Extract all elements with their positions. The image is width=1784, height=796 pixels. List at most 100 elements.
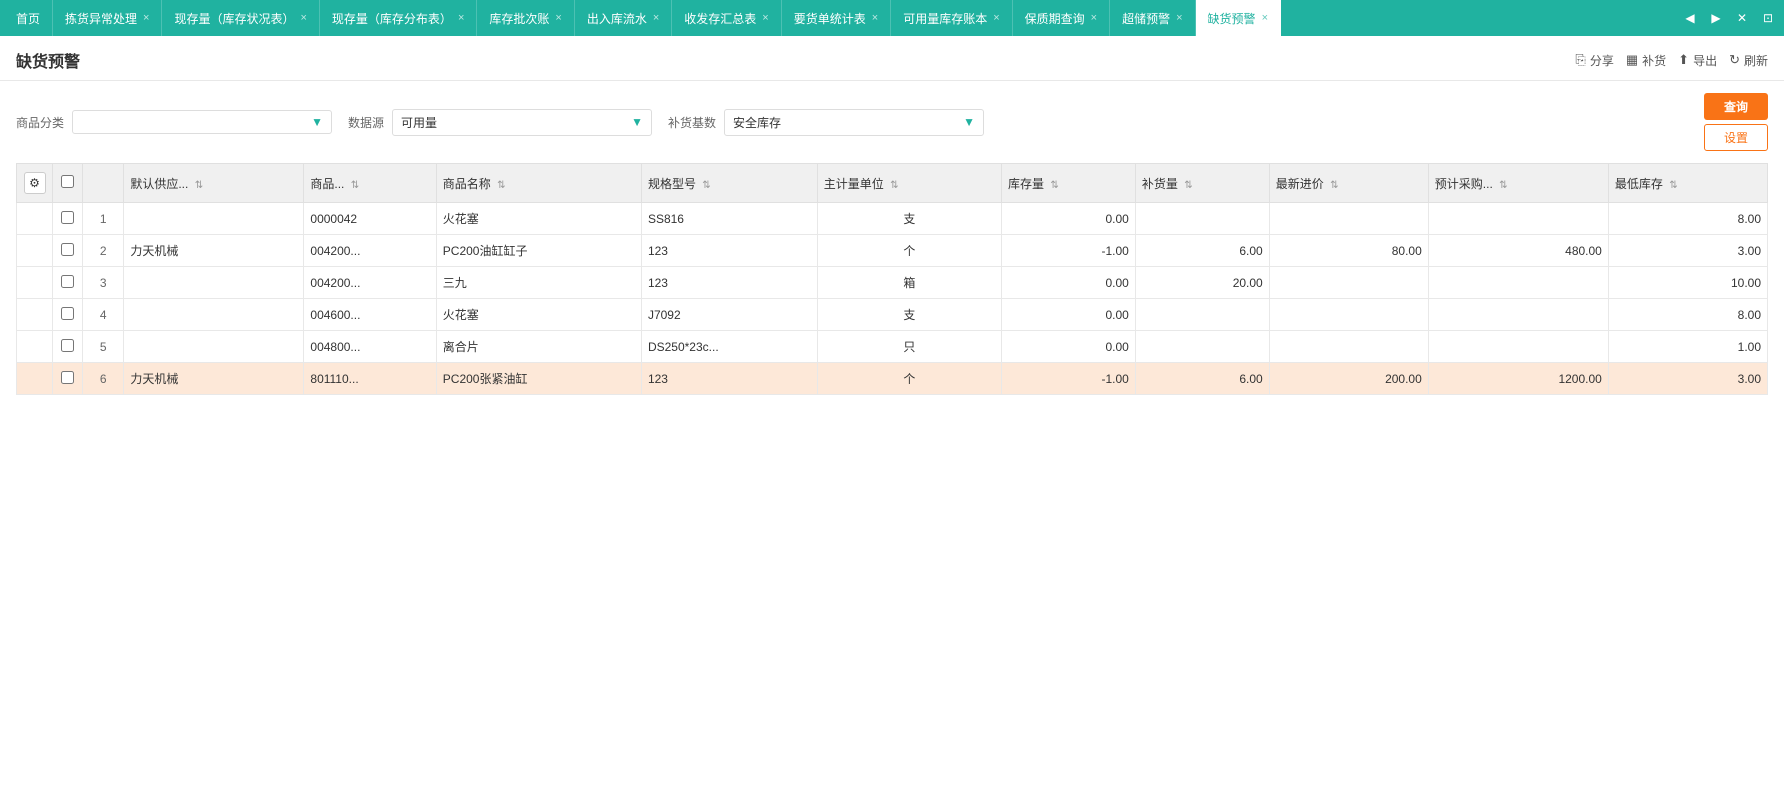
tab-label-home: 首页 xyxy=(16,10,40,27)
query-button[interactable]: 查询 xyxy=(1704,93,1768,120)
tab-close-expiryquery[interactable]: × xyxy=(1091,12,1097,24)
cell-num: 1 xyxy=(83,203,124,235)
datasource-value: 可用量 xyxy=(401,114,437,131)
tab-home[interactable]: 首页 xyxy=(4,0,53,36)
tab-expiryquery[interactable]: 保质期查询× xyxy=(1013,0,1110,36)
tab-close-inventory2[interactable]: × xyxy=(458,12,464,24)
tab-close-inoutflow[interactable]: × xyxy=(653,12,659,24)
table-container: ⚙ 默认供应... ⇅ 商品... ⇅ 商品名称 xyxy=(0,163,1784,411)
share-button[interactable]: ⎘ 分享 xyxy=(1575,52,1613,69)
cell-min-stock: 3.00 xyxy=(1608,235,1767,267)
cell-est-purchase xyxy=(1428,267,1608,299)
select-all-checkbox[interactable] xyxy=(61,175,74,188)
cell-latest-price xyxy=(1269,299,1428,331)
col-unit[interactable]: 主计量单位 ⇅ xyxy=(817,164,1001,203)
table-row: 4004600...火花塞J7092支0.008.00 xyxy=(17,299,1768,331)
sort-min-stock-icon: ⇅ xyxy=(1669,180,1677,191)
col-product-name[interactable]: 商品名称 ⇅ xyxy=(436,164,641,203)
tab-requisition[interactable]: 要货单统计表× xyxy=(782,0,891,36)
tab-expand-button[interactable]: ⊡ xyxy=(1756,6,1780,30)
cell-est-purchase xyxy=(1428,203,1608,235)
tab-next-button[interactable]: ▶ xyxy=(1704,6,1728,30)
share-icon: ⎘ xyxy=(1575,52,1585,68)
cell-checkbox[interactable] xyxy=(53,267,83,299)
tab-batchaccount[interactable]: 库存批次账 × xyxy=(477,0,574,36)
tab-close-receivesummary[interactable]: × xyxy=(762,12,768,24)
tab-close-inventory1[interactable]: × xyxy=(300,12,306,24)
cell-min-stock: 8.00 xyxy=(1608,299,1767,331)
col-spec[interactable]: 规格型号 ⇅ xyxy=(641,164,817,203)
tab-close-requisition[interactable]: × xyxy=(872,12,878,24)
cell-checkbox[interactable] xyxy=(53,363,83,395)
cell-stock: 0.00 xyxy=(1002,267,1136,299)
cell-checkbox[interactable] xyxy=(53,203,83,235)
row-checkbox-2[interactable] xyxy=(61,243,74,256)
col-latest-price[interactable]: 最新进价 ⇅ xyxy=(1269,164,1428,203)
sort-product-name-icon: ⇅ xyxy=(497,180,505,191)
col-supplier[interactable]: 默认供应... ⇅ xyxy=(124,164,304,203)
shortage-table: ⚙ 默认供应... ⇅ 商品... ⇅ 商品名称 xyxy=(16,163,1768,395)
cell-stock: 0.00 xyxy=(1002,203,1136,235)
tab-label-batchaccount: 库存批次账 xyxy=(489,10,549,27)
datasource-label: 数据源 xyxy=(348,114,384,131)
cell-num: 2 xyxy=(83,235,124,267)
tab-inventory1[interactable]: 现存量（库存状况表）× xyxy=(162,0,319,36)
table-row: 3004200...三九123箱0.0020.0010.00 xyxy=(17,267,1768,299)
header-actions: ⎘ 分享 ▦ 补货 ⬆ 导出 ↻ 刷新 xyxy=(1575,52,1768,69)
row-checkbox-3[interactable] xyxy=(61,275,74,288)
tab-close-availableledger[interactable]: × xyxy=(993,12,999,24)
table-row: 5004800...离合片DS250*23c...只0.001.00 xyxy=(17,331,1768,363)
tab-availableledger[interactable]: 可用量库存账本× xyxy=(891,0,1012,36)
col-product-code[interactable]: 商品... ⇅ xyxy=(304,164,436,203)
cell-checkbox[interactable] xyxy=(53,331,83,363)
tab-close-all-button[interactable]: ✕ xyxy=(1730,6,1754,30)
export-button[interactable]: ⬆ 导出 xyxy=(1678,52,1717,69)
tab-prev-button[interactable]: ◀ xyxy=(1678,6,1702,30)
tab-close-exception[interactable]: × xyxy=(143,12,149,24)
refresh-button[interactable]: ↻ 刷新 xyxy=(1729,52,1768,69)
cell-settings xyxy=(17,235,53,267)
cell-product-name: 离合片 xyxy=(436,331,641,363)
row-checkbox-5[interactable] xyxy=(61,339,74,352)
cell-latest-price xyxy=(1269,203,1428,235)
cell-settings xyxy=(17,299,53,331)
cell-unit: 支 xyxy=(817,203,1001,235)
cell-checkbox[interactable] xyxy=(53,299,83,331)
row-checkbox-1[interactable] xyxy=(61,211,74,224)
tab-close-batchaccount[interactable]: × xyxy=(555,12,561,24)
column-settings-icon[interactable]: ⚙ xyxy=(24,172,46,194)
replenish-button[interactable]: ▦ 补货 xyxy=(1626,52,1666,69)
col-est-purchase[interactable]: 预计采购... ⇅ xyxy=(1428,164,1608,203)
replenish-basis-select[interactable]: 安全库存 ▼ xyxy=(724,109,984,136)
tab-close-shortage[interactable]: × xyxy=(1262,12,1268,24)
tab-bar: 首页拣货异常处理×现存量（库存状况表）×现存量（库存分布表）×库存批次账×出入库… xyxy=(0,0,1784,36)
tab-overstock[interactable]: 超储预警× xyxy=(1110,0,1195,36)
col-replenish-qty[interactable]: 补货量 ⇅ xyxy=(1135,164,1269,203)
sort-supplier-icon: ⇅ xyxy=(195,180,203,191)
tab-label-receivesummary: 收发存汇总表 xyxy=(684,10,756,27)
cell-num: 4 xyxy=(83,299,124,331)
tab-shortage[interactable]: 缺货预警× xyxy=(1196,0,1281,36)
row-checkbox-4[interactable] xyxy=(61,307,74,320)
cell-spec: J7092 xyxy=(641,299,817,331)
col-checkbox-all[interactable] xyxy=(53,164,83,203)
col-stock[interactable]: 库存量 ⇅ xyxy=(1002,164,1136,203)
cell-checkbox[interactable] xyxy=(53,235,83,267)
col-min-stock[interactable]: 最低库存 ⇅ xyxy=(1608,164,1767,203)
tab-receivesummary[interactable]: 收发存汇总表 × xyxy=(672,0,781,36)
settings-button[interactable]: 设置 xyxy=(1704,124,1768,151)
row-checkbox-6[interactable] xyxy=(61,371,74,384)
category-select[interactable]: ▼ xyxy=(72,110,332,134)
tab-exception[interactable]: 拣货异常处理× xyxy=(53,0,162,36)
cell-settings xyxy=(17,331,53,363)
cell-product-name: 火花塞 xyxy=(436,203,641,235)
cell-unit: 个 xyxy=(817,235,1001,267)
datasource-select[interactable]: 可用量 ▼ xyxy=(392,109,652,136)
cell-unit: 支 xyxy=(817,299,1001,331)
col-settings: ⚙ xyxy=(17,164,53,203)
tab-inoutflow[interactable]: 出入库流水× xyxy=(575,0,672,36)
datasource-arrow-icon: ▼ xyxy=(631,115,643,129)
tab-close-overstock[interactable]: × xyxy=(1176,12,1182,24)
tab-inventory2[interactable]: 现存量（库存分布表）× xyxy=(320,0,477,36)
refresh-icon: ↻ xyxy=(1729,52,1740,68)
